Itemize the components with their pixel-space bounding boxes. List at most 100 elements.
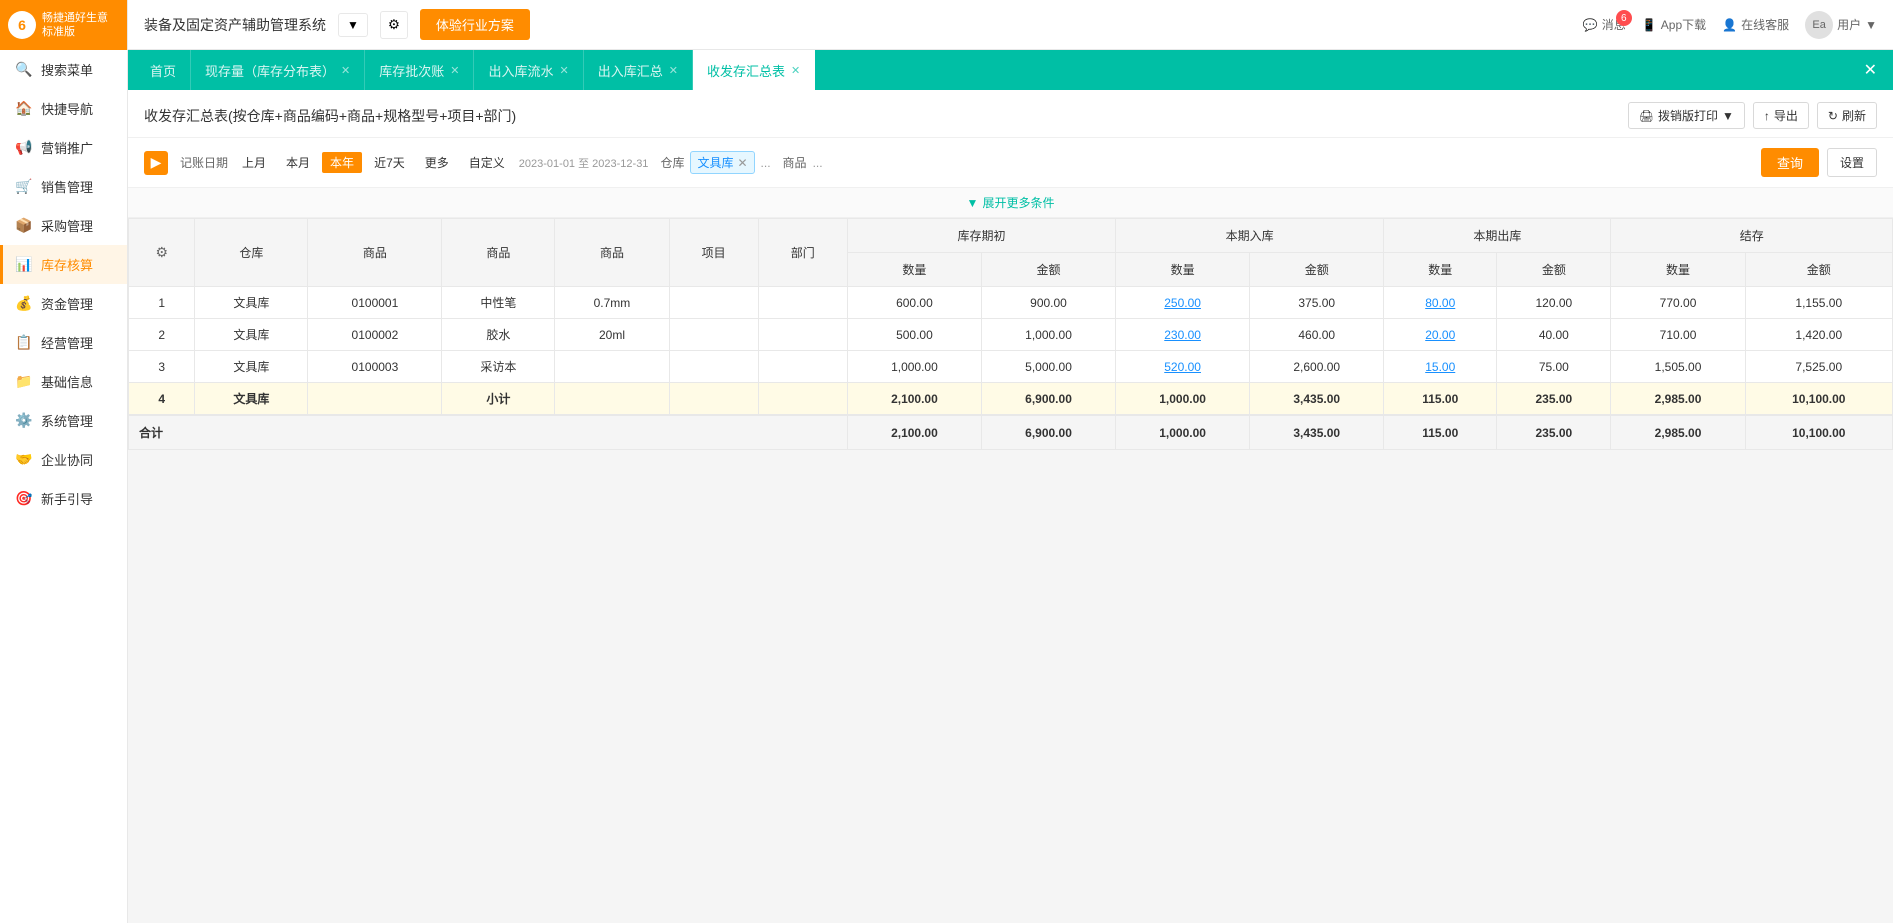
date-btn-curr-month[interactable]: 本月 [278,152,318,173]
expand-more-button[interactable]: ▼ 展开更多条件 [967,194,1055,211]
row-out-qty[interactable]: 20.00 [1384,319,1497,351]
footer-bal-amt: 10,100.00 [1745,415,1892,450]
user-action[interactable]: Ea 用户 ▼ [1805,11,1877,39]
tab-home[interactable]: 首页 [136,50,191,90]
row-dept [758,287,847,319]
sidebar-item-marketing[interactable]: 📢 营销推广 [0,128,127,167]
chevron-down-icon: ▼ [1722,109,1734,123]
tab-batch[interactable]: 库存批次账 ✕ [365,50,474,90]
col-out-qty: 数量 [1384,253,1497,287]
print-button[interactable]: 🖨 拨销版打印 ▼ [1628,102,1745,129]
data-table-container: ⚙ 仓库 商品 商品 商品 项目 部门 库存期初 本期入库 本期出库 结存 [128,218,1893,450]
message-action[interactable]: 💬 消息 6 [1583,16,1626,33]
sidebar-item-quick-nav[interactable]: 🏠 快捷导航 [0,89,127,128]
logo-text: 畅捷通好生意 标准版 [42,11,108,40]
sidebar-item-finance[interactable]: 💰 资金管理 [0,284,127,323]
col-dept-header: 部门 [758,219,847,287]
filter-settings-button[interactable]: 设置 [1827,148,1877,177]
tab-stock-dist[interactable]: 现存量（库存分布表） ✕ [191,50,365,90]
tab-home-label: 首页 [150,61,176,80]
sidebar-item-guide[interactable]: 🎯 新手引导 [0,479,127,518]
sidebar-item-system[interactable]: ⚙️ 系统管理 [0,401,127,440]
tab-batch-label: 库存批次账 [379,61,444,80]
experience-button[interactable]: 体验行业方案 [420,9,530,40]
tab-inout-flow-close[interactable]: ✕ [560,64,569,77]
row-goods-name: 中性笔 [442,287,555,319]
tab-receive-summary-close[interactable]: ✕ [791,64,800,77]
app-download-action[interactable]: 📱 App下载 [1642,16,1706,33]
date-btn-custom[interactable]: 自定义 [461,152,513,173]
row-in-amt: 2,600.00 [1250,351,1384,383]
table-row: 4文具库小计2,100.006,900.001,000.003,435.0011… [129,383,1893,416]
col-balance-header: 结存 [1611,219,1893,253]
row-bal-qty: 1,505.00 [1611,351,1745,383]
sidebar-logo: 6 畅捷通好生意 标准版 [0,0,127,50]
warehouse-more[interactable]: ... [761,156,771,170]
row-open-qty: 1,000.00 [847,351,981,383]
tab-receive-summary[interactable]: 收发存汇总表 ✕ [693,50,815,90]
warehouse-tag[interactable]: 文具库 ✕ [690,151,754,174]
date-btn-prev-month[interactable]: 上月 [234,152,274,173]
sales-icon: 🛒 [15,178,33,195]
home-icon: 🏠 [15,100,33,117]
sidebar-item-search[interactable]: 🔍 搜索菜单 [0,50,127,89]
online-service-action[interactable]: 👤 在线客服 [1722,16,1789,33]
sidebar-item-label: 采购管理 [41,216,93,235]
sidebar-item-basic[interactable]: 📁 基础信息 [0,362,127,401]
gear-button[interactable]: ⚙ [380,11,408,39]
sidebar-item-business[interactable]: 📋 经营管理 [0,323,127,362]
tab-bar-close-btn[interactable]: ✕ [1856,60,1885,80]
row-in-qty[interactable]: 250.00 [1116,287,1250,319]
tab-batch-close[interactable]: ✕ [450,64,459,77]
row-goods-spec [555,351,669,383]
row-goods-spec: 0.7mm [555,287,669,319]
query-button[interactable]: 查询 [1761,148,1819,177]
date-btn-more[interactable]: 更多 [417,152,457,173]
row-out-amt: 120.00 [1497,287,1611,319]
goods-more[interactable]: ... [813,156,823,170]
col-out-amt: 金额 [1497,253,1611,287]
row-in-qty[interactable]: 1,000.00 [1116,383,1250,416]
export-button[interactable]: ↑ 导出 [1753,102,1809,129]
system-name: 装备及固定资产辅助管理系统 [144,15,326,35]
tab-inout-summary[interactable]: 出入库汇总 ✕ [584,50,693,90]
row-in-qty[interactable]: 520.00 [1116,351,1250,383]
row-out-amt: 75.00 [1497,351,1611,383]
tab-inout-flow[interactable]: 出入库流水 ✕ [474,50,583,90]
date-btn-7days[interactable]: 近7天 [366,152,413,173]
date-btn-curr-year[interactable]: 本年 [322,152,362,173]
chevron-down-icon: ▼ [1865,18,1877,32]
row-out-amt: 40.00 [1497,319,1611,351]
sidebar-item-label: 经营管理 [41,333,93,352]
tab-inout-summary-close[interactable]: ✕ [669,64,678,77]
search-icon: 🔍 [15,61,33,78]
footer-label: 合计 [129,415,848,450]
sidebar-item-label: 快捷导航 [41,99,93,118]
business-icon: 📋 [15,334,33,351]
footer-out-qty: 115.00 [1384,415,1497,450]
sidebar-nav: 🔍 搜索菜单 🏠 快捷导航 📢 营销推广 🛒 销售管理 📦 采购管理 📊 库存核… [0,50,127,923]
warehouse-filter-group: 仓库 文具库 ✕ ... [660,151,770,174]
sidebar-item-inventory[interactable]: 📊 库存核算 [0,245,127,284]
sidebar-item-enterprise[interactable]: 🤝 企业协同 [0,440,127,479]
row-out-qty[interactable]: 115.00 [1384,383,1497,416]
filter-expand-button[interactable]: ▶ [144,151,168,175]
row-in-amt: 3,435.00 [1250,383,1384,416]
warehouse-tag-close[interactable]: ✕ [737,156,747,170]
sidebar-item-sales[interactable]: 🛒 销售管理 [0,167,127,206]
col-in-header: 本期入库 [1116,219,1384,253]
col-settings[interactable]: ⚙ [129,219,195,287]
refresh-button[interactable]: ↻ 刷新 [1817,102,1877,129]
row-bal-amt: 1,155.00 [1745,287,1892,319]
app-download-label: App下载 [1661,16,1706,33]
tab-stock-dist-close[interactable]: ✕ [341,64,350,77]
table-footer-row: 合计 2,100.00 6,900.00 1,000.00 3,435.00 1… [129,415,1893,450]
message-badge: 6 [1616,10,1632,26]
system-select-btn[interactable]: ▼ [338,13,368,37]
row-out-qty[interactable]: 80.00 [1384,287,1497,319]
message-icon: 💬 [1583,18,1598,32]
row-out-qty[interactable]: 15.00 [1384,351,1497,383]
row-in-qty[interactable]: 230.00 [1116,319,1250,351]
tab-receive-summary-label: 收发存汇总表 [707,61,785,80]
sidebar-item-purchase[interactable]: 📦 采购管理 [0,206,127,245]
